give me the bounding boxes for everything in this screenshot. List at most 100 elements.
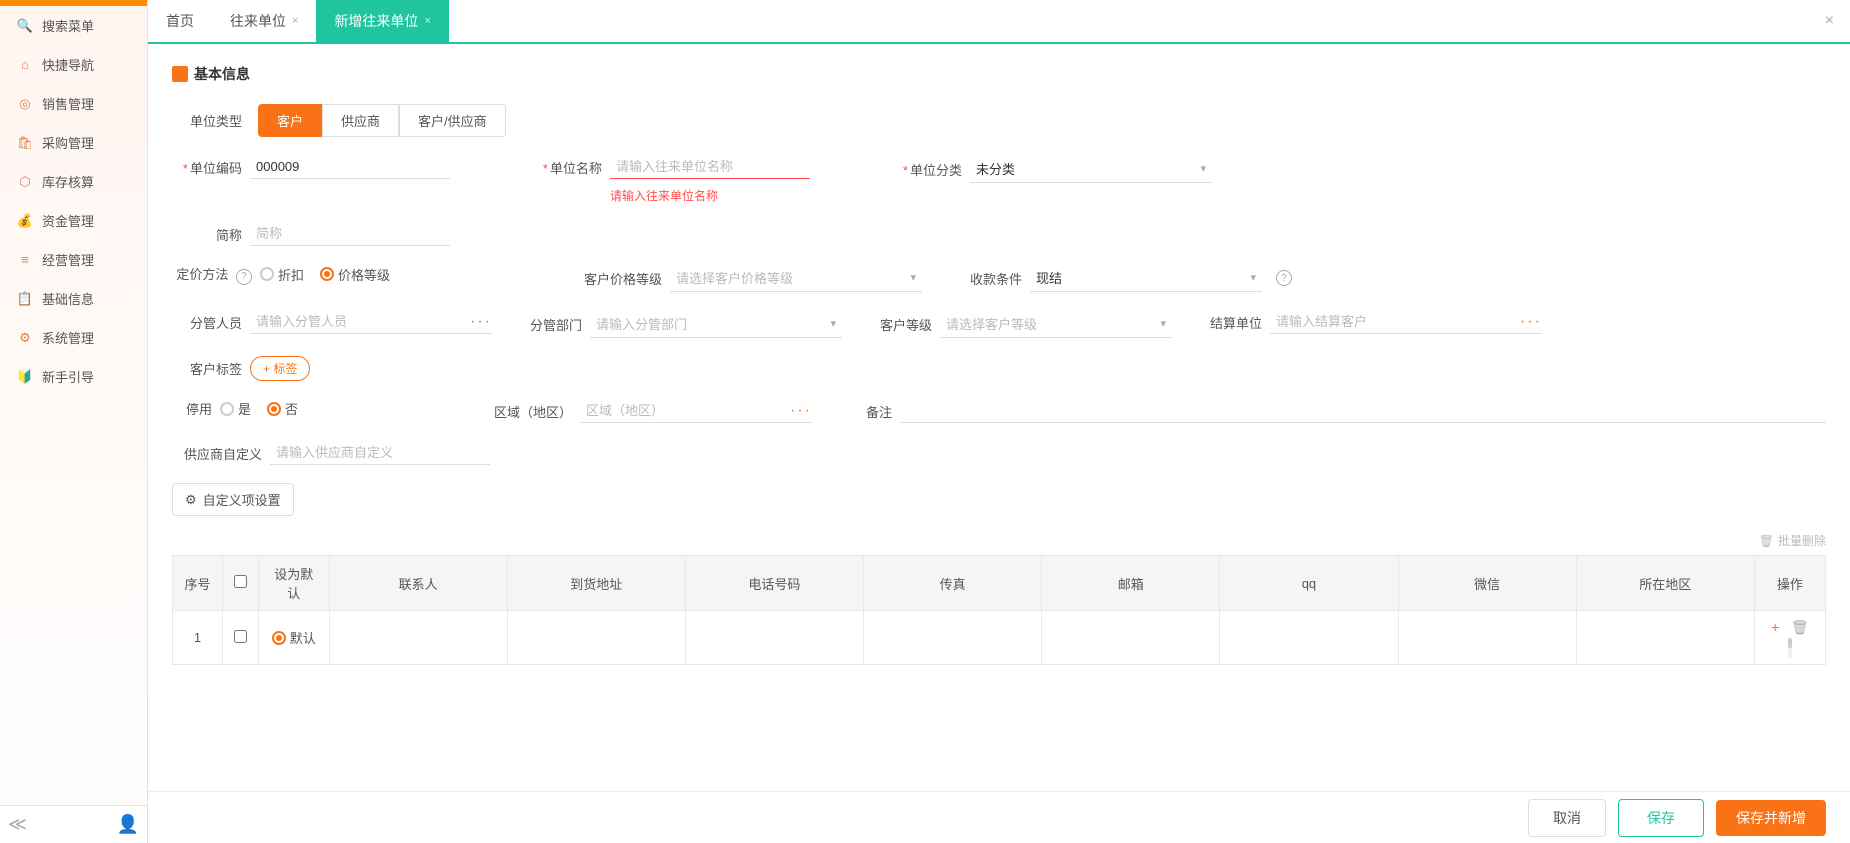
- guide-icon: 🔰: [16, 368, 34, 386]
- row-fax: [864, 611, 1042, 665]
- email-input[interactable]: [1052, 630, 1209, 645]
- radio-no[interactable]: 否: [267, 399, 298, 418]
- customer-price-select[interactable]: 请选择客户价格等级 ▾: [670, 264, 922, 292]
- tab-counterparty-close[interactable]: ×: [292, 15, 298, 27]
- row-checkbox-cell: [223, 611, 259, 665]
- remark-group: 备注: [852, 399, 1826, 423]
- address-input[interactable]: [518, 630, 675, 645]
- department-select[interactable]: 请输入分管部门 ▾: [590, 310, 842, 338]
- section-icon: [172, 66, 188, 82]
- settlement-unit-wrapper: ···: [1270, 310, 1542, 334]
- sidebar-item-inventory[interactable]: ⬡ 库存核算: [0, 162, 147, 201]
- region-more-btn[interactable]: ···: [790, 402, 812, 420]
- unit-code-input[interactable]: [250, 155, 450, 179]
- row-add-btn[interactable]: +: [1767, 617, 1783, 637]
- row-delete-btn[interactable]: 🗑: [1787, 617, 1813, 638]
- customer-level-label: 客户等级: [872, 315, 932, 334]
- unit-btn-both[interactable]: 客户/供应商: [399, 104, 506, 137]
- select-all-checkbox[interactable]: [234, 575, 247, 588]
- batch-delete-button[interactable]: 🗑 批量删除: [1759, 532, 1826, 549]
- add-tag-button[interactable]: + 标签: [250, 356, 310, 381]
- sidebar-item-basic-info[interactable]: 📋 基础信息: [0, 279, 147, 318]
- row-address: [507, 611, 685, 665]
- customer-price-placeholder: 请选择客户价格等级: [676, 268, 906, 287]
- custom-settings-button[interactable]: ⚙ 自定义项设置: [172, 483, 294, 516]
- custom-settings-wrapper: ⚙ 自定义项设置: [172, 483, 1826, 516]
- contact-input[interactable]: [340, 630, 497, 645]
- row-checkbox[interactable]: [234, 630, 247, 643]
- payment-help-icon[interactable]: ?: [1276, 270, 1292, 286]
- col-address: 到货地址: [507, 556, 685, 611]
- radio-yes[interactable]: 是: [220, 399, 251, 418]
- customer-level-select[interactable]: 请选择客户等级 ▾: [940, 310, 1172, 338]
- tab-counterparty[interactable]: 往来单位 ×: [212, 0, 316, 43]
- col-email: 邮箱: [1042, 556, 1220, 611]
- customer-price-label: 客户价格等级: [582, 269, 662, 288]
- col-phone: 电话号码: [685, 556, 863, 611]
- short-name-group: 简称: [172, 222, 492, 246]
- tab-close-all[interactable]: ×: [1809, 12, 1850, 30]
- tab-new-counterparty[interactable]: 新增往来单位 ×: [316, 0, 448, 43]
- remark-input[interactable]: [900, 399, 1826, 423]
- supplier-custom-group: 供应商自定义: [172, 441, 572, 465]
- row-default-radio[interactable]: 默认: [269, 628, 319, 647]
- fax-input[interactable]: [874, 630, 1031, 645]
- radio-price-level[interactable]: 价格等级: [320, 265, 390, 284]
- supplier-custom-input[interactable]: [270, 441, 490, 465]
- bottom-bar: 取消 保存 保存并新增: [148, 791, 1850, 843]
- sidebar-item-search[interactable]: 🔍 搜索菜单: [0, 6, 147, 45]
- manager-input[interactable]: [250, 310, 470, 333]
- cancel-button[interactable]: 取消: [1528, 799, 1606, 837]
- tab-home-label: 首页: [166, 11, 194, 31]
- unit-type-group: 单位类型 客户 供应商 客户/供应商: [172, 104, 1826, 137]
- tab-new-counterparty-close[interactable]: ×: [424, 15, 430, 27]
- unit-btn-customer[interactable]: 客户: [258, 104, 322, 137]
- pricing-help-icon[interactable]: ?: [236, 269, 252, 285]
- sidebar-item-guide[interactable]: 🔰 新手引导: [0, 357, 147, 396]
- sidebar-item-label: 采购管理: [42, 133, 94, 152]
- payment-terms-select[interactable]: 现结 ▾: [1030, 264, 1262, 292]
- col-checkbox: [223, 556, 259, 611]
- sidebar-item-sales[interactable]: ◎ 销售管理: [0, 84, 147, 123]
- remark-label: 备注: [852, 402, 892, 421]
- sidebar-item-quick-nav[interactable]: ⌂ 快捷导航: [0, 45, 147, 84]
- region-label: 区域（地区）: [492, 402, 572, 421]
- sidebar-expand-icon[interactable]: ≪: [8, 814, 27, 835]
- sidebar: 🔍 搜索菜单 ⌂ 快捷导航 ◎ 销售管理 🛍 采购管理 ⬡ 库存核算 💰 资金管…: [0, 0, 148, 843]
- region-input[interactable]: [580, 399, 790, 422]
- search-icon: 🔍: [16, 17, 34, 35]
- required-star3: *: [903, 163, 908, 178]
- save-new-button[interactable]: 保存并新增: [1716, 800, 1826, 836]
- radio-discount[interactable]: 折扣: [260, 265, 304, 284]
- unit-name-label: *单位名称: [532, 158, 602, 177]
- tab-new-counterparty-label: 新增往来单位: [334, 11, 418, 31]
- region-col-input[interactable]: [1587, 630, 1744, 645]
- chevron-down-icon2: ▾: [910, 271, 916, 284]
- qq-input[interactable]: [1230, 630, 1387, 645]
- pricing-row: 定价方法 ? 折扣 价格等级 客户价格等级: [172, 264, 1826, 292]
- save-button[interactable]: 保存: [1618, 799, 1704, 837]
- short-name-input[interactable]: [250, 222, 450, 246]
- sidebar-user-icon[interactable]: 👤: [117, 814, 139, 835]
- sidebar-bottom: ≪ 👤: [0, 805, 147, 843]
- tab-home[interactable]: 首页: [148, 0, 212, 43]
- sidebar-item-system[interactable]: ⚙ 系统管理: [0, 318, 147, 357]
- phone-input[interactable]: [696, 630, 853, 645]
- sales-icon: ◎: [16, 95, 34, 113]
- settlement-unit-input[interactable]: [1270, 310, 1520, 333]
- row-default-label: 默认: [290, 628, 316, 647]
- unit-name-input[interactable]: [610, 155, 810, 179]
- sidebar-item-operations[interactable]: ≡ 经营管理: [0, 240, 147, 279]
- unit-category-select[interactable]: 未分类 ▾: [970, 155, 1212, 183]
- content-area: 基本信息 单位类型 客户 供应商 客户/供应商 *单位编码: [148, 44, 1850, 791]
- sidebar-item-purchase[interactable]: 🛍 采购管理: [0, 123, 147, 162]
- contacts-table: 序号 设为默认 联系人 到货地址 电话号码 传真 邮箱 qq 微信 所在地区 操…: [172, 555, 1826, 665]
- radio-yes-circle: [220, 402, 234, 416]
- payment-terms-label: 收款条件: [952, 269, 1022, 288]
- row-region: [1576, 611, 1754, 665]
- manager-more-btn[interactable]: ···: [470, 313, 492, 331]
- unit-btn-supplier[interactable]: 供应商: [322, 104, 399, 137]
- settlement-unit-more-btn[interactable]: ···: [1520, 313, 1542, 331]
- sidebar-item-finance[interactable]: 💰 资金管理: [0, 201, 147, 240]
- wechat-input[interactable]: [1409, 630, 1566, 645]
